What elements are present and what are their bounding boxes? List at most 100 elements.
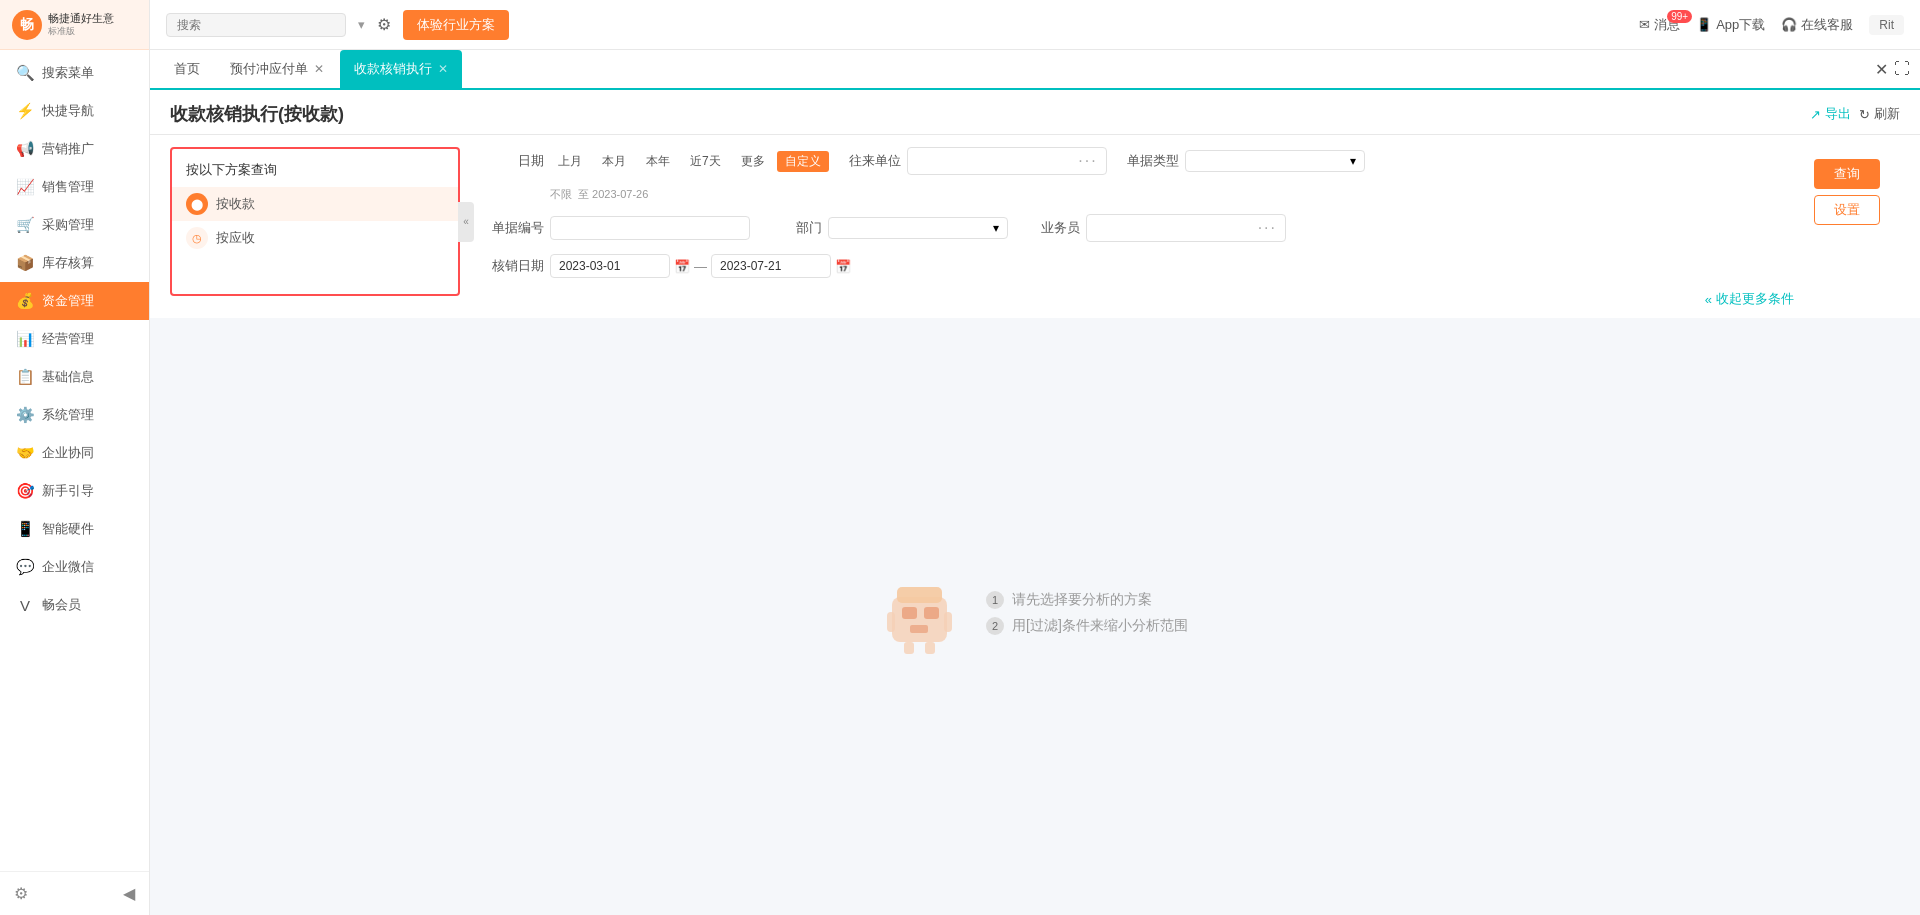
sidebar-footer: ⚙ ◀ bbox=[0, 871, 149, 915]
quick-nav-icon: ⚡ bbox=[16, 102, 34, 120]
partner-input[interactable]: ··· bbox=[907, 147, 1107, 175]
dept-label: 部门 bbox=[762, 219, 822, 237]
guide-icon: 🎯 bbox=[16, 482, 34, 500]
sidebar-item-inventory[interactable]: 📦 库存核算 bbox=[0, 244, 149, 282]
app-download-button[interactable]: 📱 App下载 bbox=[1696, 16, 1765, 34]
date-last-month[interactable]: 上月 bbox=[550, 151, 590, 172]
filter-option-by-receipt[interactable]: ⬤ 按收款 bbox=[172, 187, 458, 221]
sidebar-item-hardware[interactable]: 📱 智能硬件 bbox=[0, 510, 149, 548]
tab-maximize-icon[interactable]: ⛶ bbox=[1894, 60, 1910, 79]
verify-date-from[interactable] bbox=[550, 254, 670, 278]
wechat-icon: 💬 bbox=[16, 558, 34, 576]
collapse-sidebar-icon[interactable]: ◀ bbox=[123, 884, 135, 903]
dept-chevron-icon: ▾ bbox=[993, 221, 999, 235]
logo-badge: 标准版 bbox=[48, 25, 114, 38]
message-button[interactable]: ✉ 消息 99+ bbox=[1639, 16, 1680, 34]
by-receivable-icon: ◷ bbox=[186, 227, 208, 249]
sidebar-item-member[interactable]: V 畅会员 bbox=[0, 586, 149, 624]
topbar-chevron-icon[interactable]: ▾ bbox=[358, 17, 365, 32]
sidebar-item-basic[interactable]: 📋 基础信息 bbox=[0, 358, 149, 396]
svg-rect-8 bbox=[897, 587, 942, 603]
partner-label: 往来单位 bbox=[841, 152, 901, 170]
app-label: App下载 bbox=[1716, 16, 1765, 34]
sidebar-item-sales[interactable]: 📈 销售管理 bbox=[0, 168, 149, 206]
date-7days[interactable]: 近7天 bbox=[682, 151, 729, 172]
tab-receipt-label: 收款核销执行 bbox=[354, 60, 432, 78]
verify-date-to[interactable] bbox=[711, 254, 831, 278]
tab-receipt-verify[interactable]: 收款核销执行 ✕ bbox=[340, 50, 462, 88]
date-this-month[interactable]: 本月 bbox=[594, 151, 634, 172]
sidebar-item-operations[interactable]: 📊 经营管理 bbox=[0, 320, 149, 358]
dept-select[interactable]: ▾ bbox=[828, 217, 1008, 239]
search-menu-icon: 🔍 bbox=[16, 64, 34, 82]
tab-prepay[interactable]: 预付冲应付单 ✕ bbox=[216, 50, 338, 88]
tab-prepay-close-icon[interactable]: ✕ bbox=[314, 62, 324, 76]
tab-close-all-icon[interactable]: ✕ bbox=[1875, 60, 1888, 79]
tab-home[interactable]: 首页 bbox=[160, 50, 214, 88]
by-receipt-label: 按收款 bbox=[216, 195, 255, 213]
sales-icon: 📈 bbox=[16, 178, 34, 196]
solution-button[interactable]: 体验行业方案 bbox=[403, 10, 509, 40]
partner-dots-icon[interactable]: ··· bbox=[1078, 152, 1097, 170]
sidebar-item-purchase[interactable]: 🛒 采购管理 bbox=[0, 206, 149, 244]
refresh-label: 刷新 bbox=[1874, 105, 1900, 123]
topbar-gear-icon[interactable]: ⚙ bbox=[377, 15, 391, 34]
sidebar-label-wechat: 企业微信 bbox=[42, 558, 94, 576]
date-this-year[interactable]: 本年 bbox=[638, 151, 678, 172]
sidebar-item-finance[interactable]: 💰 资金管理 bbox=[0, 282, 149, 320]
sidebar-menu: 🔍 搜索菜单 ⚡ 快捷导航 📢 营销推广 📈 销售管理 🛒 采购管理 📦 库存核… bbox=[0, 50, 149, 871]
verify-date-to-calendar-icon[interactable]: 📅 bbox=[835, 259, 851, 274]
filter-left-panel: 按以下方案查询 ⬤ 按收款 ◷ 按应收 « bbox=[170, 147, 460, 296]
topbar-search-input[interactable] bbox=[166, 13, 346, 37]
sidebar-item-marketing[interactable]: 📢 营销推广 bbox=[0, 130, 149, 168]
filter-row-2: 单据编号 部门 ▾ 业务员 bbox=[484, 214, 1814, 242]
filter-area: 按以下方案查询 ⬤ 按收款 ◷ 按应收 « bbox=[150, 135, 1920, 318]
date-field: 日期 上月 本月 本年 近7天 更多 自定义 bbox=[484, 151, 829, 172]
tab-receipt-close-icon[interactable]: ✕ bbox=[438, 62, 448, 76]
hardware-icon: 📱 bbox=[16, 520, 34, 538]
empty-step2: 用[过滤]条件来缩小分析范围 bbox=[1012, 617, 1188, 635]
online-service-button[interactable]: 🎧 在线客服 bbox=[1781, 16, 1853, 34]
staff-dots-icon[interactable]: ··· bbox=[1258, 219, 1277, 237]
tab-bar: 首页 预付冲应付单 ✕ 收款核销执行 ✕ ✕ ⛶ bbox=[150, 50, 1920, 90]
by-receipt-icon: ⬤ bbox=[186, 193, 208, 215]
sidebar-item-quicknav[interactable]: ⚡ 快捷导航 bbox=[0, 92, 149, 130]
content-area: 收款核销执行(按收款) ↗ 导出 ↻ 刷新 按以下方案查询 ⬤ 按收款 bbox=[150, 90, 1920, 915]
settings-button[interactable]: 设置 bbox=[1814, 195, 1880, 225]
collapse-filter-panel[interactable]: « bbox=[458, 202, 474, 242]
date-label: 日期 bbox=[484, 152, 544, 170]
topbar: ▾ ⚙ 体验行业方案 ✉ 消息 99+ 📱 App下载 🎧 在线客服 Rit bbox=[150, 0, 1920, 50]
message-icon: ✉ bbox=[1639, 17, 1650, 32]
settings-footer-icon[interactable]: ⚙ bbox=[14, 884, 28, 903]
service-icon: 🎧 bbox=[1781, 17, 1797, 32]
sidebar-label-inventory: 库存核算 bbox=[42, 254, 94, 272]
collapse-more-button[interactable]: « 收起更多条件 bbox=[1705, 290, 1814, 308]
sidebar-item-system[interactable]: ⚙️ 系统管理 bbox=[0, 396, 149, 434]
date-to: 至 2023-07-26 bbox=[578, 187, 648, 202]
refresh-button[interactable]: ↻ 刷新 bbox=[1859, 105, 1900, 123]
verify-date-from-calendar-icon[interactable]: 📅 bbox=[674, 259, 690, 274]
filter-panel-title: 按以下方案查询 bbox=[172, 159, 458, 187]
empty-text: 1 请先选择要分析的方案 2 用[过滤]条件来缩小分析范围 bbox=[986, 591, 1188, 643]
staff-input[interactable]: ··· bbox=[1086, 214, 1286, 242]
tab-bar-right: ✕ ⛶ bbox=[1875, 60, 1910, 79]
svg-rect-3 bbox=[910, 625, 928, 633]
sidebar-label-purchase: 采购管理 bbox=[42, 216, 94, 234]
date-more[interactable]: 更多 bbox=[733, 151, 773, 172]
date-custom[interactable]: 自定义 bbox=[777, 151, 829, 172]
docno-input[interactable] bbox=[550, 216, 750, 240]
sidebar-item-enterprise[interactable]: 🤝 企业协同 bbox=[0, 434, 149, 472]
doctype-select[interactable]: ▾ bbox=[1185, 150, 1365, 172]
filter-option-by-receivable[interactable]: ◷ 按应收 bbox=[172, 221, 458, 255]
user-menu[interactable]: Rit bbox=[1869, 15, 1904, 35]
date-quick-buttons: 上月 本月 本年 近7天 更多 自定义 bbox=[550, 151, 829, 172]
sidebar-item-search[interactable]: 🔍 搜索菜单 bbox=[0, 54, 149, 92]
query-button[interactable]: 查询 bbox=[1814, 159, 1880, 189]
export-button[interactable]: ↗ 导出 bbox=[1810, 105, 1851, 123]
sidebar-item-guide[interactable]: 🎯 新手引导 bbox=[0, 472, 149, 510]
enterprise-icon: 🤝 bbox=[16, 444, 34, 462]
svg-rect-5 bbox=[944, 612, 952, 632]
svg-rect-7 bbox=[925, 642, 935, 654]
collapse-label: 收起更多条件 bbox=[1716, 290, 1794, 308]
sidebar-item-wechat[interactable]: 💬 企业微信 bbox=[0, 548, 149, 586]
